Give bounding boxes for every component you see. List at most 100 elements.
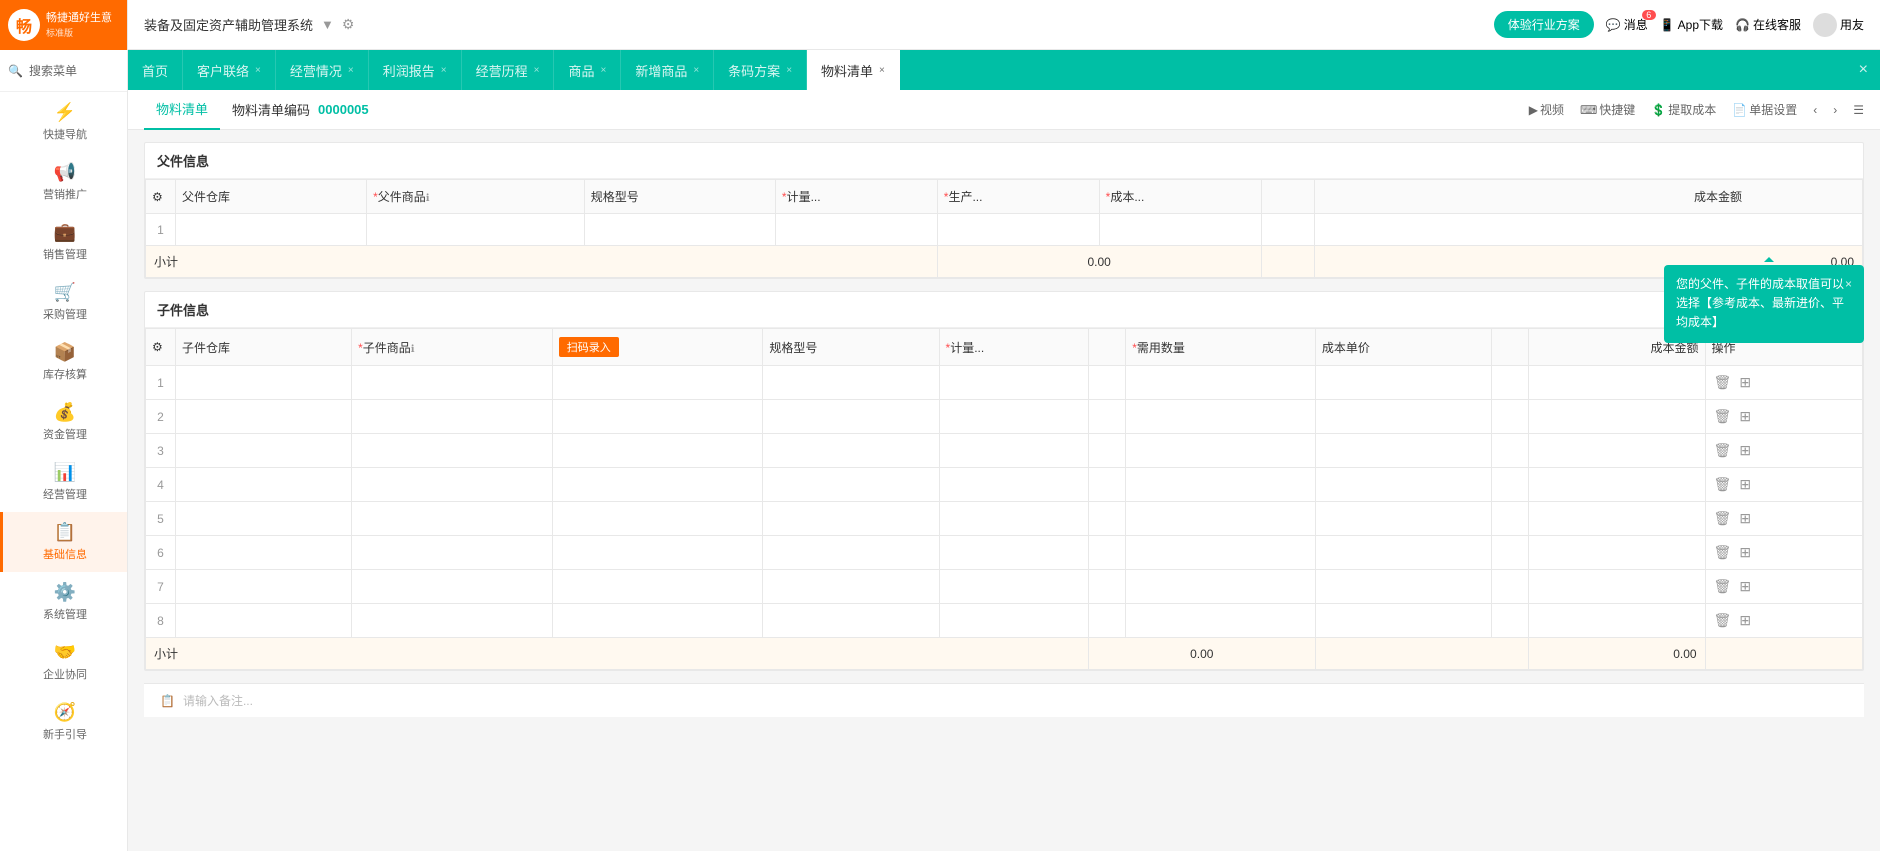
sidebar-item-enterprise[interactable]: 🤝 企业协同 bbox=[0, 632, 127, 692]
child-row-7-spec[interactable] bbox=[763, 570, 939, 604]
tab-history-close[interactable]: × bbox=[534, 65, 540, 76]
child-row-8-warehouse[interactable] bbox=[176, 604, 352, 638]
dropdown-icon[interactable]: ▼ bbox=[321, 17, 334, 32]
tab-bom-close[interactable]: × bbox=[879, 65, 885, 76]
parent-col-settings[interactable]: ⚙ bbox=[146, 180, 176, 214]
child-row-7-unit[interactable] bbox=[939, 570, 1088, 604]
online-service-action[interactable]: 🎧 在线客服 bbox=[1735, 16, 1801, 33]
child-row-5-spec[interactable] bbox=[763, 502, 939, 536]
child-row-2-unit-cost[interactable] bbox=[1315, 400, 1491, 434]
trial-button[interactable]: 体验行业方案 bbox=[1494, 11, 1594, 38]
parent-row-1-unit[interactable] bbox=[775, 214, 937, 246]
sidebar-item-system[interactable]: ⚙️ 系统管理 bbox=[0, 572, 127, 632]
child-row-4-goods[interactable] bbox=[352, 468, 553, 502]
sidebar-item-finance[interactable]: 💰 资金管理 bbox=[0, 392, 127, 452]
parent-row-1-cost[interactable] bbox=[1099, 214, 1261, 246]
tab-profit[interactable]: 利润报告 × bbox=[369, 50, 462, 90]
child-row-7-goods[interactable] bbox=[352, 570, 553, 604]
child-row-2-delete-btn[interactable]: 🗑 bbox=[1712, 406, 1734, 427]
message-action[interactable]: 💬 消息 6 bbox=[1606, 16, 1648, 33]
sidebar-item-quick-nav[interactable]: ⚡ 快捷导航 bbox=[0, 92, 127, 152]
tab-new-goods-close[interactable]: × bbox=[693, 65, 699, 76]
nav-menu[interactable]: ☰ bbox=[1853, 103, 1864, 117]
child-row-6-delete-btn[interactable]: 🗑 bbox=[1712, 542, 1734, 563]
toolbar-shortcut[interactable]: ⌨ 快捷键 bbox=[1580, 101, 1635, 118]
child-row-8-unit[interactable] bbox=[939, 604, 1088, 638]
tab-history[interactable]: 经营历程 × bbox=[462, 50, 555, 90]
tab-operations[interactable]: 经营情况 × bbox=[276, 50, 369, 90]
tab-barcode[interactable]: 条码方案 × bbox=[714, 50, 807, 90]
child-row-4-warehouse[interactable] bbox=[176, 468, 352, 502]
child-row-7-delete-btn[interactable]: 🗑 bbox=[1712, 576, 1734, 597]
tab-goods[interactable]: 商品 × bbox=[554, 50, 621, 90]
sidebar-item-purchase[interactable]: 🛒 采购管理 bbox=[0, 272, 127, 332]
parent-row-1-spec[interactable] bbox=[584, 214, 775, 246]
tab-customer-close[interactable]: × bbox=[255, 65, 261, 76]
child-row-6-qty[interactable] bbox=[1126, 536, 1316, 570]
toolbar-extract-cost[interactable]: 💲 提取成本 bbox=[1651, 101, 1716, 118]
child-row-6-spec[interactable] bbox=[763, 536, 939, 570]
tab-new-goods[interactable]: 新增商品 × bbox=[621, 50, 714, 90]
user-action[interactable]: 用友 bbox=[1813, 13, 1864, 37]
child-row-1-spec[interactable] bbox=[763, 366, 939, 400]
child-row-2-qty[interactable] bbox=[1126, 400, 1316, 434]
sidebar-item-inventory[interactable]: 📦 库存核算 bbox=[0, 332, 127, 392]
tab-home[interactable]: 首页 bbox=[128, 50, 183, 90]
child-row-6-copy-btn[interactable]: ⊞ bbox=[1737, 542, 1753, 563]
search-button[interactable]: 🔍 搜索菜单 bbox=[8, 58, 119, 83]
child-row-1-unit-cost[interactable] bbox=[1315, 366, 1491, 400]
child-row-6-unit-cost[interactable] bbox=[1315, 536, 1491, 570]
child-row-7-qty[interactable] bbox=[1126, 570, 1316, 604]
sub-nav-bom-list[interactable]: 物料清单 bbox=[144, 90, 220, 130]
search-area[interactable]: 🔍 搜索菜单 bbox=[0, 50, 127, 92]
child-row-1-warehouse[interactable] bbox=[176, 366, 352, 400]
app-download-action[interactable]: 📱 App下载 bbox=[1660, 16, 1723, 33]
child-row-7-unit-cost[interactable] bbox=[1315, 570, 1491, 604]
child-row-3-qty[interactable] bbox=[1126, 434, 1316, 468]
child-row-1-copy-btn[interactable]: ⊞ bbox=[1737, 372, 1753, 393]
tab-bom[interactable]: 物料清单 × bbox=[807, 50, 900, 90]
sidebar-item-marketing[interactable]: 📢 营销推广 bbox=[0, 152, 127, 212]
nav-next[interactable]: › bbox=[1833, 103, 1837, 117]
child-row-3-unit[interactable] bbox=[939, 434, 1088, 468]
child-row-1-qty[interactable] bbox=[1126, 366, 1316, 400]
parent-row-1-goods[interactable] bbox=[367, 214, 585, 246]
tab-operations-close[interactable]: × bbox=[348, 65, 354, 76]
child-row-4-unit-cost[interactable] bbox=[1315, 468, 1491, 502]
child-row-8-delete-btn[interactable]: 🗑 bbox=[1712, 610, 1734, 631]
sidebar-item-operations[interactable]: 📊 经营管理 bbox=[0, 452, 127, 512]
child-row-6-warehouse[interactable] bbox=[176, 536, 352, 570]
child-row-4-copy-btn[interactable]: ⊞ bbox=[1737, 474, 1753, 495]
child-row-6-unit[interactable] bbox=[939, 536, 1088, 570]
child-row-3-warehouse[interactable] bbox=[176, 434, 352, 468]
child-row-4-spec[interactable] bbox=[763, 468, 939, 502]
child-row-4-unit[interactable] bbox=[939, 468, 1088, 502]
child-row-2-spec[interactable] bbox=[763, 400, 939, 434]
child-row-3-copy-btn[interactable]: ⊞ bbox=[1737, 440, 1753, 461]
child-row-2-unit[interactable] bbox=[939, 400, 1088, 434]
child-row-4-delete-btn[interactable]: 🗑 bbox=[1712, 474, 1734, 495]
child-row-6-goods[interactable] bbox=[352, 536, 553, 570]
sidebar-item-basic-info[interactable]: 📋 基础信息 bbox=[0, 512, 127, 572]
child-row-1-unit[interactable] bbox=[939, 366, 1088, 400]
toolbar-single-settings[interactable]: 📄 单据设置 bbox=[1732, 101, 1797, 118]
child-row-4-qty[interactable] bbox=[1126, 468, 1316, 502]
child-row-5-copy-btn[interactable]: ⊞ bbox=[1737, 508, 1753, 529]
parent-row-1-warehouse[interactable] bbox=[176, 214, 367, 246]
child-row-2-copy-btn[interactable]: ⊞ bbox=[1737, 406, 1753, 427]
child-row-8-unit-cost[interactable] bbox=[1315, 604, 1491, 638]
child-col-settings[interactable]: ⚙ bbox=[146, 329, 176, 366]
settings-icon[interactable]: ⚙ bbox=[342, 16, 355, 33]
child-col-scan[interactable]: 扫码录入 bbox=[552, 329, 763, 366]
child-row-2-goods[interactable] bbox=[352, 400, 553, 434]
child-row-2-warehouse[interactable] bbox=[176, 400, 352, 434]
child-row-5-warehouse[interactable] bbox=[176, 502, 352, 536]
child-row-1-delete-btn[interactable]: 🗑 bbox=[1712, 372, 1734, 393]
sidebar-item-guide[interactable]: 🧭 新手引导 bbox=[0, 692, 127, 752]
nav-close-all[interactable]: × bbox=[1847, 61, 1880, 79]
child-row-1-goods[interactable] bbox=[352, 366, 553, 400]
parent-row-1-produce[interactable] bbox=[937, 214, 1099, 246]
child-row-8-copy-btn[interactable]: ⊞ bbox=[1737, 610, 1753, 631]
child-row-8-spec[interactable] bbox=[763, 604, 939, 638]
nav-prev[interactable]: ‹ bbox=[1813, 103, 1817, 117]
